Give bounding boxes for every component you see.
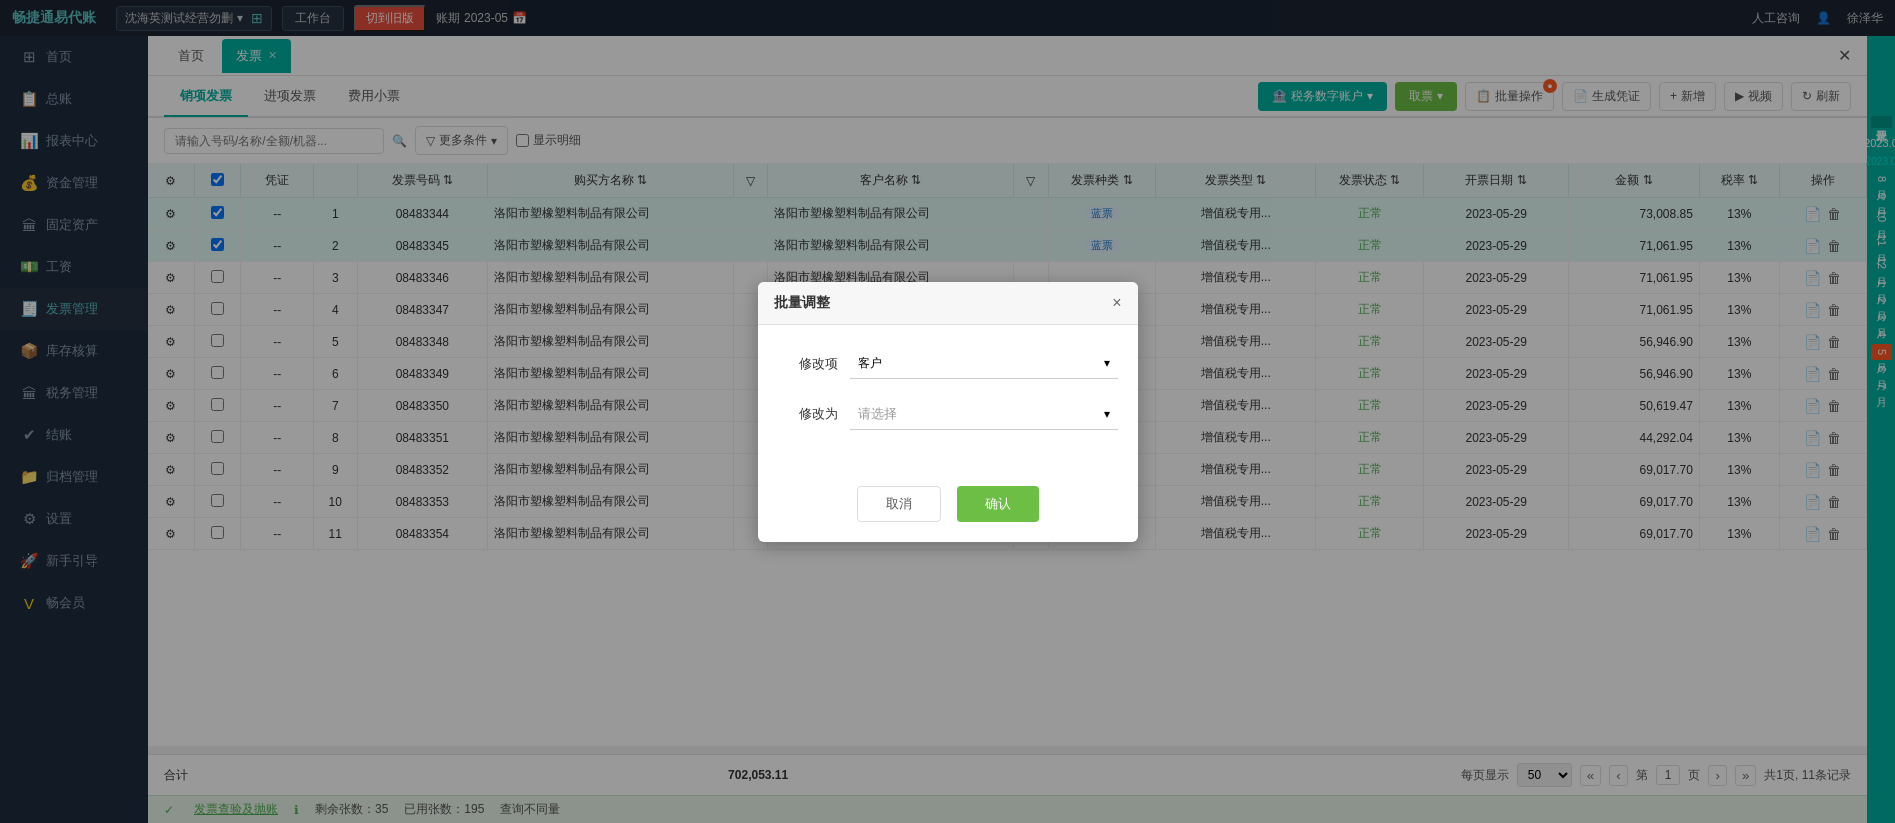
modal-header: 批量调整 × <box>758 282 1138 325</box>
field-label: 修改项 <box>778 355 838 373</box>
modal-cancel-button[interactable]: 取消 <box>857 486 941 522</box>
value-label: 修改为 <box>778 405 838 423</box>
field-arrow: ▾ <box>1104 356 1110 370</box>
value-placeholder: 请选择 <box>858 405 897 423</box>
value-arrow: ▾ <box>1104 407 1110 421</box>
field-select[interactable]: 客户 ▾ <box>850 349 1118 379</box>
modal-title: 批量调整 <box>774 294 830 312</box>
form-row-value: 修改为 请选择 ▾ <box>778 399 1118 430</box>
modal-footer: 取消 确认 <box>758 474 1138 542</box>
form-row-field: 修改项 客户 ▾ <box>778 349 1118 379</box>
batch-adjust-modal: 批量调整 × 修改项 客户 ▾ 修改为 请选择 ▾ 取消 确认 <box>758 282 1138 542</box>
modal-body: 修改项 客户 ▾ 修改为 请选择 ▾ <box>758 325 1138 474</box>
value-select[interactable]: 请选择 ▾ <box>850 399 1118 430</box>
modal-confirm-button[interactable]: 确认 <box>957 486 1039 522</box>
modal-close-button[interactable]: × <box>1112 294 1121 312</box>
modal-overlay[interactable]: 批量调整 × 修改项 客户 ▾ 修改为 请选择 ▾ 取消 确认 <box>0 0 1895 823</box>
field-value: 客户 <box>858 355 882 372</box>
